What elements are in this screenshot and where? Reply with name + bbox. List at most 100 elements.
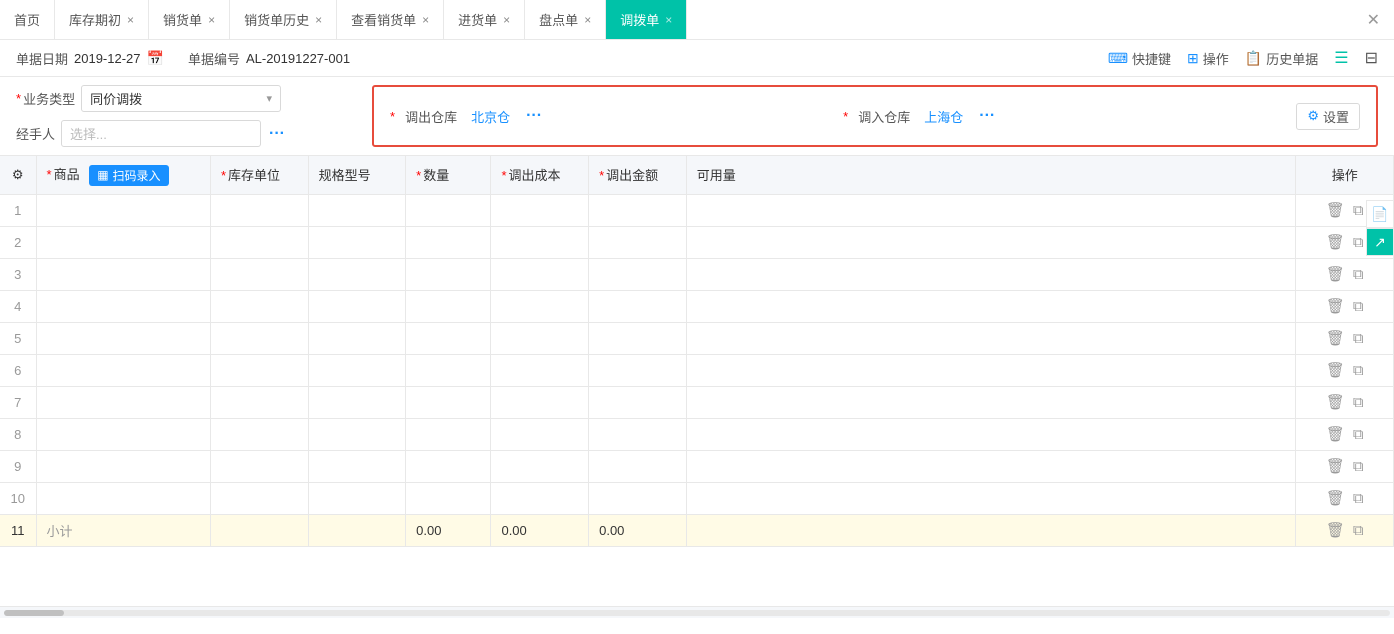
tab-home[interactable]: 首页 <box>0 0 55 40</box>
qty-cell-4[interactable] <box>406 290 491 322</box>
out-warehouse-more-btn[interactable]: ··· <box>526 107 542 125</box>
copy-row-btn-2[interactable]: ⧉ <box>1353 234 1364 251</box>
amount-cell-1[interactable] <box>589 194 687 226</box>
settings-button[interactable]: ⚙ 设置 <box>1296 103 1360 130</box>
operations-icon: ⊞ <box>1187 50 1199 67</box>
person-select[interactable]: 选择... <box>61 120 261 147</box>
product-cell-4[interactable] <box>36 290 210 322</box>
close-tab-2[interactable]: × <box>208 13 215 27</box>
product-cell-9[interactable] <box>36 450 210 482</box>
float-doc-btn[interactable]: 📄 <box>1366 200 1394 228</box>
copy-row-btn-7[interactable]: ⧉ <box>1353 394 1364 411</box>
qty-cell-8[interactable] <box>406 418 491 450</box>
close-tab-1[interactable]: × <box>127 13 134 27</box>
delete-row-btn-11[interactable]: 🗑 <box>1326 521 1345 539</box>
delete-row-btn-3[interactable]: 🗑 <box>1326 265 1345 283</box>
copy-row-btn-9[interactable]: ⧉ <box>1353 458 1364 475</box>
calendar-icon[interactable]: 📅 <box>147 50 164 67</box>
delete-row-btn-10[interactable]: 🗑 <box>1326 489 1345 507</box>
operations-btn[interactable]: ⊞ 操作 <box>1187 49 1229 68</box>
cost-cell-2[interactable] <box>491 226 589 258</box>
cost-cell-9[interactable] <box>491 450 589 482</box>
close-tab-3[interactable]: × <box>315 13 322 27</box>
tab-transfer[interactable]: 调拨单 × <box>606 0 687 40</box>
cost-cell-10[interactable] <box>491 482 589 514</box>
product-cell-5[interactable] <box>36 322 210 354</box>
tab-inventory-init[interactable]: 库存期初 × <box>55 0 149 40</box>
close-tab-4[interactable]: × <box>422 13 429 27</box>
cost-cell-4[interactable] <box>491 290 589 322</box>
delete-row-btn-1[interactable]: 🗑 <box>1326 201 1345 219</box>
amount-cell-8[interactable] <box>589 418 687 450</box>
delete-row-btn-8[interactable]: 🗑 <box>1326 425 1345 443</box>
close-tab-6[interactable]: × <box>584 13 591 27</box>
person-field: 经手人 选择... ··· <box>16 120 332 147</box>
person-more-btn[interactable]: ··· <box>269 125 285 143</box>
amount-cell-5[interactable] <box>589 322 687 354</box>
product-cell-1[interactable] <box>36 194 210 226</box>
qty-cell-1[interactable] <box>406 194 491 226</box>
copy-row-btn-11[interactable]: ⧉ <box>1353 522 1364 539</box>
amount-cell-6[interactable] <box>589 354 687 386</box>
copy-row-btn-6[interactable]: ⧉ <box>1353 362 1364 379</box>
close-tab-7[interactable]: × <box>665 13 672 27</box>
delete-row-btn-6[interactable]: 🗑 <box>1326 361 1345 379</box>
business-type-select[interactable]: 同价调拨 ▾ <box>81 85 281 112</box>
delete-row-btn-2[interactable]: 🗑 <box>1326 233 1345 251</box>
float-expand-btn[interactable]: ↗ <box>1366 228 1394 256</box>
copy-row-btn-8[interactable]: ⧉ <box>1353 426 1364 443</box>
qty-cell-7[interactable] <box>406 386 491 418</box>
qty-cell-3[interactable] <box>406 258 491 290</box>
close-tab-5[interactable]: × <box>503 13 510 27</box>
tab-stocktake[interactable]: 盘点单 × <box>525 0 606 40</box>
copy-row-btn-4[interactable]: ⧉ <box>1353 298 1364 315</box>
tab-sales-order[interactable]: 销货单 × <box>149 0 230 40</box>
qty-cell-6[interactable] <box>406 354 491 386</box>
copy-row-btn-1[interactable]: ⧉ <box>1353 202 1364 219</box>
cost-cell-1[interactable] <box>491 194 589 226</box>
close-all-tabs[interactable]: ✕ <box>1353 10 1394 30</box>
cost-cell-6[interactable] <box>491 354 589 386</box>
amount-cell-2[interactable] <box>589 226 687 258</box>
delete-row-btn-7[interactable]: 🗑 <box>1326 393 1345 411</box>
product-cell-10[interactable] <box>36 482 210 514</box>
copy-row-btn-3[interactable]: ⧉ <box>1353 266 1364 283</box>
scan-button[interactable]: ▦ 扫码录入 <box>89 165 168 186</box>
qty-cell-10[interactable] <box>406 482 491 514</box>
copy-row-btn-10[interactable]: ⧉ <box>1353 490 1364 507</box>
amount-cell-3[interactable] <box>589 258 687 290</box>
cost-cell-3[interactable] <box>491 258 589 290</box>
qty-cell-2[interactable] <box>406 226 491 258</box>
product-cell-3[interactable] <box>36 258 210 290</box>
product-cell-6[interactable] <box>36 354 210 386</box>
tab-view-sales[interactable]: 查看销货单 × <box>337 0 444 40</box>
view-toggle-grid[interactable]: ⊟ <box>1365 48 1378 68</box>
amount-cell-10[interactable] <box>589 482 687 514</box>
tab-purchase[interactable]: 进货单 × <box>444 0 525 40</box>
date-value[interactable]: 2019-12-27 <box>74 51 141 66</box>
amount-cell-4[interactable] <box>589 290 687 322</box>
product-cell-7[interactable] <box>36 386 210 418</box>
delete-row-btn-4[interactable]: 🗑 <box>1326 297 1345 315</box>
col-setting-header[interactable]: ⚙ <box>0 156 36 194</box>
qty-cell-5[interactable] <box>406 322 491 354</box>
scroll-thumb[interactable] <box>4 610 64 616</box>
shortcuts-btn[interactable]: ⌨ 快捷键 <box>1108 49 1171 68</box>
in-warehouse-more-btn[interactable]: ··· <box>979 107 995 125</box>
tab-sales-history[interactable]: 销货单历史 × <box>230 0 337 40</box>
spec-cell-7 <box>308 386 406 418</box>
copy-row-btn-5[interactable]: ⧉ <box>1353 330 1364 347</box>
amount-cell-9[interactable] <box>589 450 687 482</box>
product-cell-2[interactable] <box>36 226 210 258</box>
product-cell-8[interactable] <box>36 418 210 450</box>
qty-cell-9[interactable] <box>406 450 491 482</box>
cost-cell-5[interactable] <box>491 322 589 354</box>
cost-cell-7[interactable] <box>491 386 589 418</box>
cost-cell-8[interactable] <box>491 418 589 450</box>
horizontal-scrollbar[interactable] <box>0 606 1394 618</box>
amount-cell-7[interactable] <box>589 386 687 418</box>
delete-row-btn-9[interactable]: 🗑 <box>1326 457 1345 475</box>
history-btn[interactable]: 📋 历史单据 <box>1245 49 1318 68</box>
delete-row-btn-5[interactable]: 🗑 <box>1326 329 1345 347</box>
view-toggle-list[interactable]: ☰ <box>1334 48 1348 68</box>
